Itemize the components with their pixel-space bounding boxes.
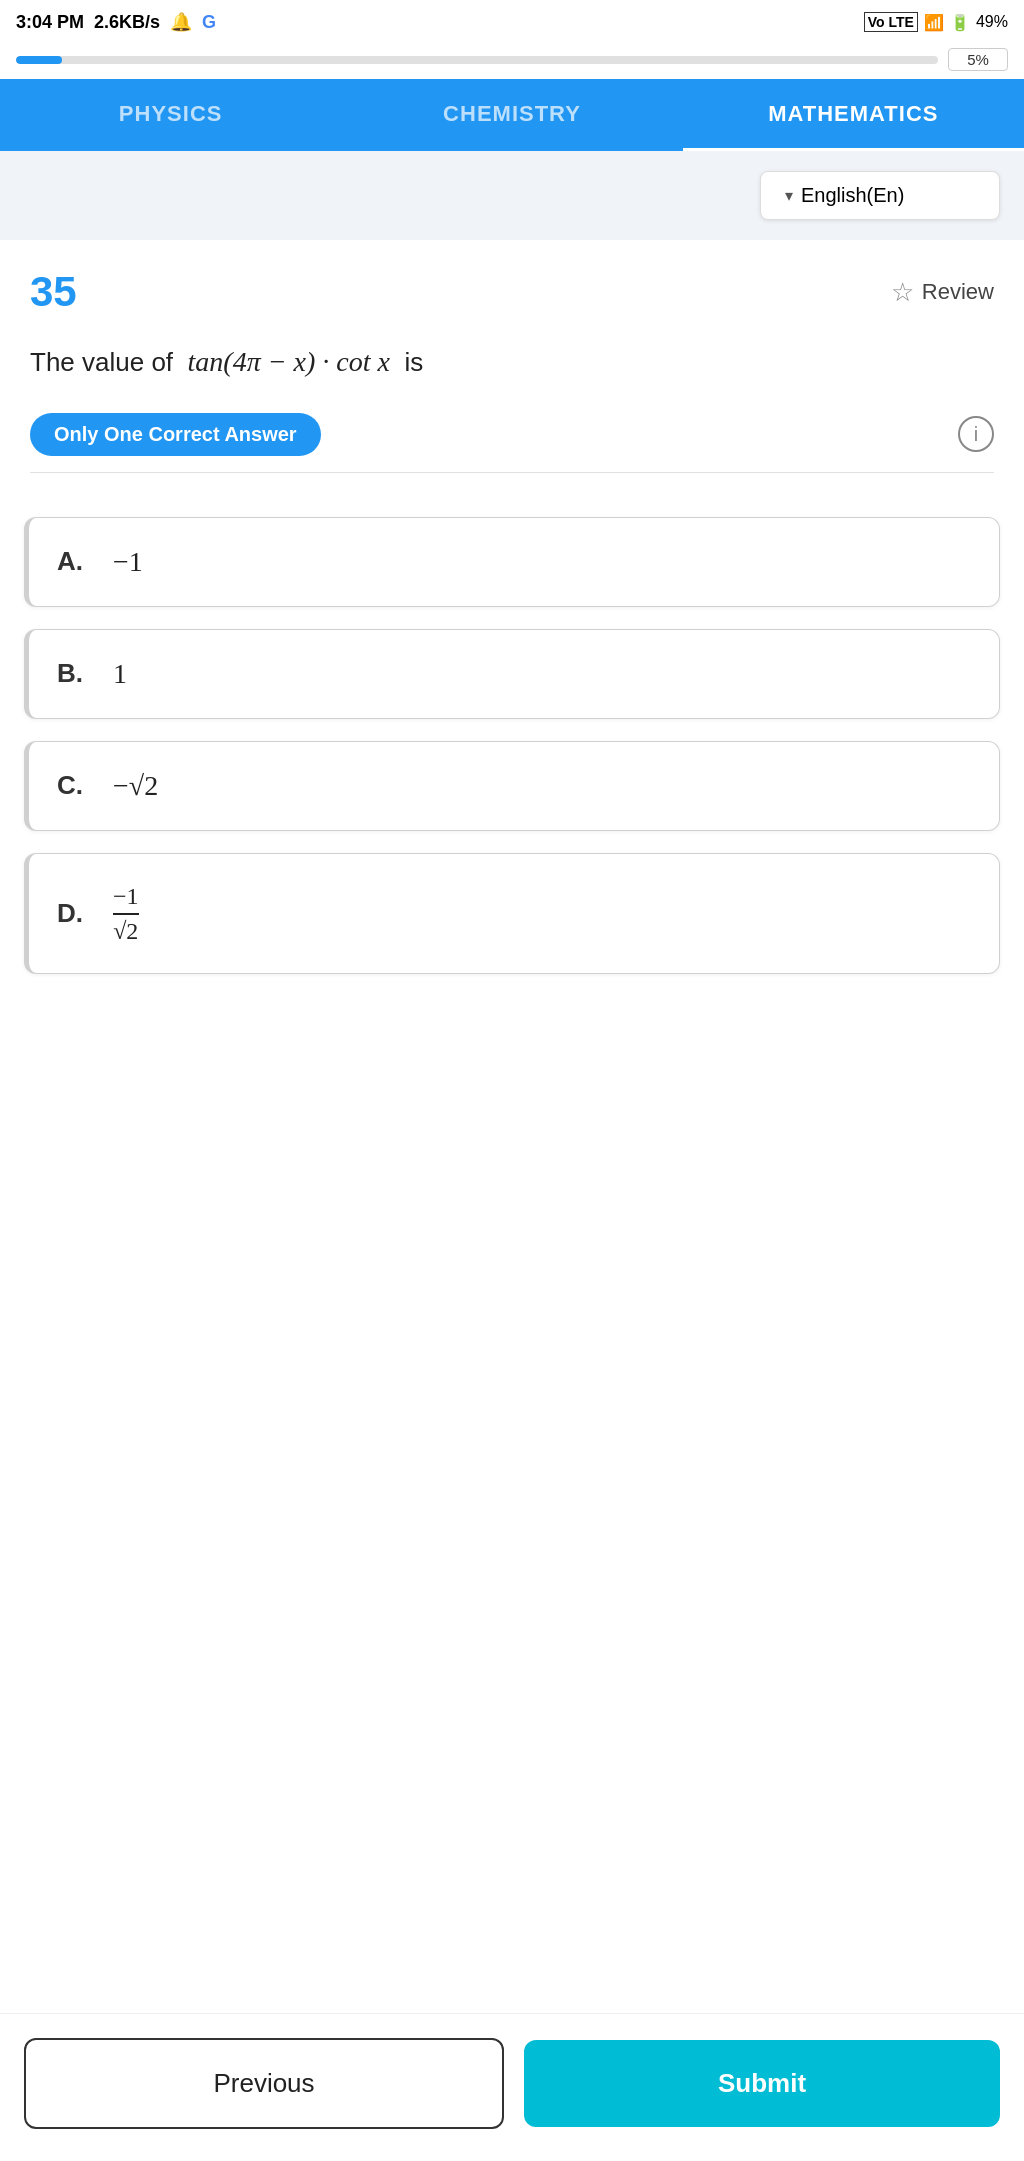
option-b[interactable]: B. 1 bbox=[24, 629, 1000, 719]
google-icon: G bbox=[202, 12, 216, 33]
tab-chemistry[interactable]: CHEMISTRY bbox=[341, 79, 682, 151]
option-d-label: D. bbox=[57, 898, 89, 929]
tab-physics-label: PHYSICS bbox=[119, 101, 223, 127]
signal-icon: 📶 bbox=[924, 13, 944, 32]
tab-bar: PHYSICS CHEMISTRY MATHEMATICS bbox=[0, 79, 1024, 151]
option-b-label: B. bbox=[57, 658, 89, 689]
chevron-down-icon: ▾ bbox=[785, 186, 793, 205]
progress-value: 5% bbox=[948, 48, 1008, 71]
info-icon[interactable]: i bbox=[958, 416, 994, 452]
progress-bar-fill bbox=[16, 56, 62, 64]
previous-button[interactable]: Previous bbox=[24, 2038, 504, 2129]
only-one-badge: Only One Correct Answer bbox=[30, 413, 321, 456]
option-b-value: 1 bbox=[113, 658, 127, 690]
lang-area: ▾ English(En) bbox=[0, 151, 1024, 240]
question-header: 35 ☆ Review bbox=[30, 268, 994, 316]
status-left: 3:04 PM 2.6KB/s 🔔 G bbox=[16, 11, 216, 33]
language-dropdown[interactable]: ▾ English(En) bbox=[760, 171, 1000, 220]
question-number: 35 bbox=[30, 268, 77, 316]
divider bbox=[30, 472, 994, 473]
star-icon: ☆ bbox=[891, 277, 914, 308]
option-c-value: −√2 bbox=[113, 770, 158, 802]
review-label: Review bbox=[922, 279, 994, 305]
option-d-fraction: −1 √2 bbox=[113, 882, 139, 946]
badge-row: Only One Correct Answer i bbox=[30, 413, 994, 456]
progress-bar-container bbox=[16, 56, 938, 64]
question-area: 35 ☆ Review The value of tan(4π − x) · c… bbox=[0, 240, 1024, 517]
question-math-expr: tan(4π − x) · cot x bbox=[188, 346, 390, 377]
tab-mathematics[interactable]: MATHEMATICS bbox=[683, 79, 1024, 151]
info-label: i bbox=[974, 423, 978, 446]
review-button[interactable]: ☆ Review bbox=[891, 277, 994, 308]
option-a-value: −1 bbox=[113, 546, 143, 578]
options-area: A. −1 B. 1 C. −√2 D. −1 √2 bbox=[0, 517, 1024, 975]
option-a[interactable]: A. −1 bbox=[24, 517, 1000, 607]
option-c[interactable]: C. −√2 bbox=[24, 741, 1000, 831]
option-d-numer: −1 bbox=[113, 882, 139, 915]
status-bar: 3:04 PM 2.6KB/s 🔔 G Vo LTE 📶 🔋 49% bbox=[0, 0, 1024, 44]
speed-display: 2.6KB/s bbox=[94, 12, 160, 33]
submit-button[interactable]: Submit bbox=[524, 2040, 1000, 2127]
question-text-suffix: is bbox=[404, 347, 423, 377]
bell-icon: 🔔 bbox=[170, 11, 192, 33]
option-a-label: A. bbox=[57, 546, 89, 577]
progress-area: 5% bbox=[0, 44, 1024, 79]
bottom-spacer bbox=[0, 996, 1024, 1176]
time-display: 3:04 PM bbox=[16, 12, 84, 33]
status-right: Vo LTE 📶 🔋 49% bbox=[864, 12, 1008, 32]
lte-icon: Vo LTE bbox=[864, 12, 918, 32]
tab-chemistry-label: CHEMISTRY bbox=[443, 101, 581, 127]
question-text-prefix: The value of bbox=[30, 347, 173, 377]
language-label: English(En) bbox=[801, 184, 904, 207]
battery-percent: 49% bbox=[976, 13, 1008, 31]
battery-icon: 🔋 bbox=[950, 13, 970, 32]
option-d[interactable]: D. −1 √2 bbox=[24, 853, 1000, 975]
question-text: The value of tan(4π − x) · cot x is bbox=[30, 340, 994, 385]
option-d-value: −1 √2 bbox=[113, 882, 139, 946]
tab-physics[interactable]: PHYSICS bbox=[0, 79, 341, 151]
bottom-navigation: Previous Submit bbox=[0, 2013, 1024, 2161]
tab-mathematics-label: MATHEMATICS bbox=[768, 101, 938, 127]
option-d-denom: √2 bbox=[113, 915, 138, 946]
option-c-label: C. bbox=[57, 770, 89, 801]
